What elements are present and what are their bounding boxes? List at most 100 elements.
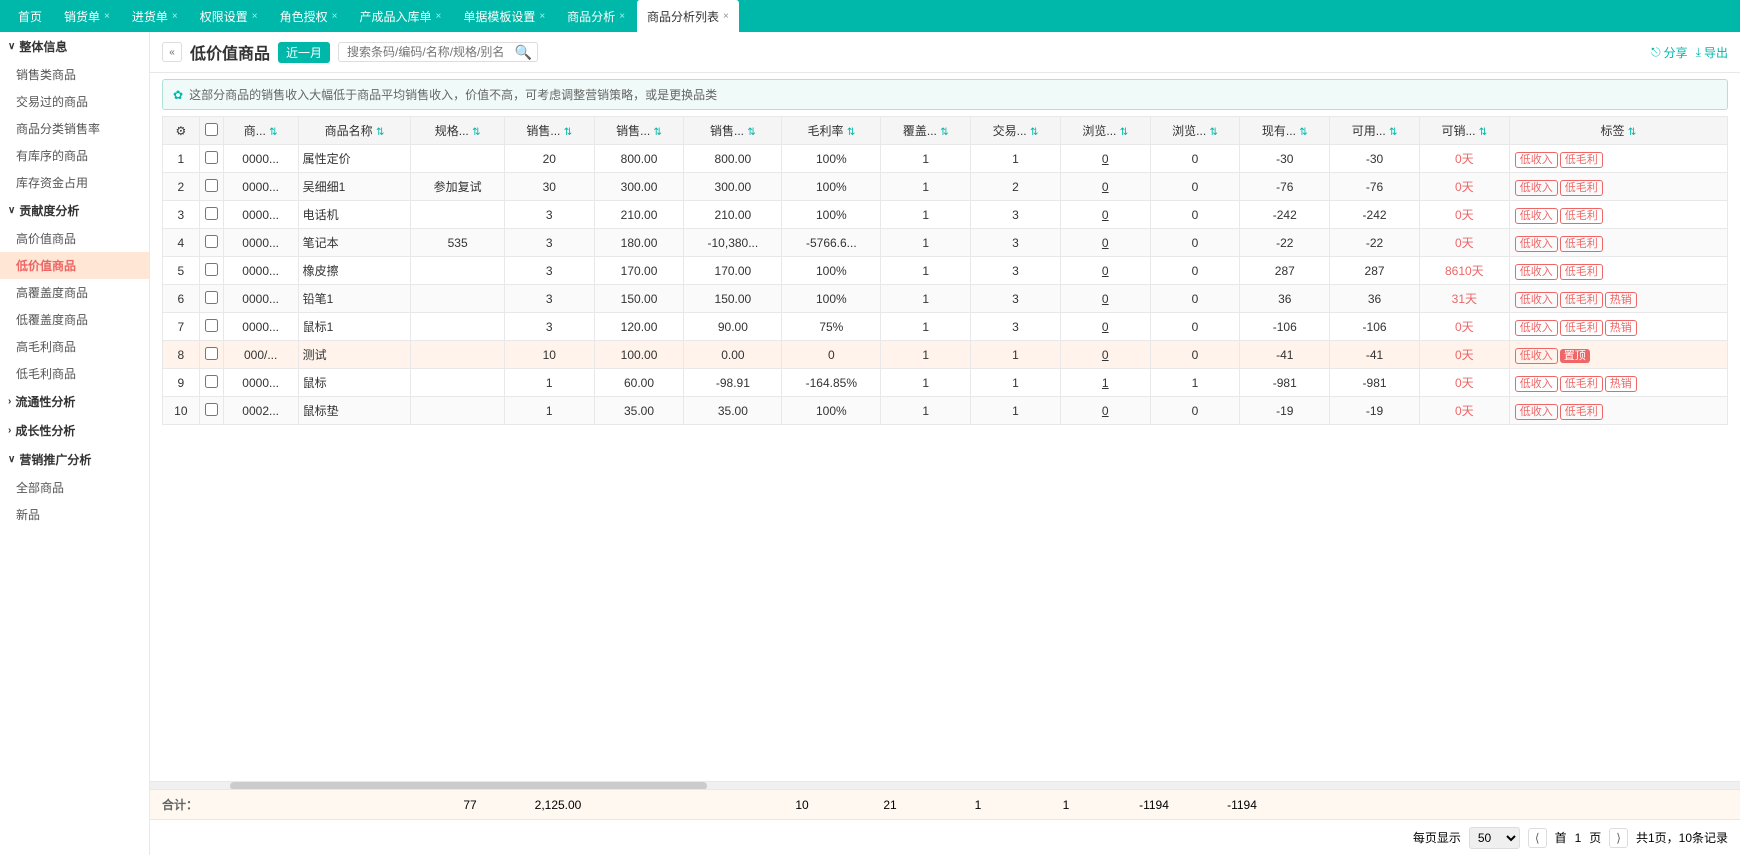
- sidebar-item-sales-goods[interactable]: 销售类商品: [0, 61, 149, 88]
- row-sales-avg: 170.00: [684, 257, 782, 285]
- row-checkbox-cell: [199, 145, 223, 173]
- nav-sales-order[interactable]: 销货单 ×: [54, 0, 120, 32]
- nav-product-inbound[interactable]: 产成品入库单 ×: [349, 0, 451, 32]
- nav-template[interactable]: 单据模板设置 ×: [453, 0, 555, 32]
- col-spec[interactable]: 规格... ⇅: [411, 117, 505, 145]
- share-btn[interactable]: ⎋ 分享: [1651, 44, 1688, 61]
- row-checkbox[interactable]: [205, 207, 218, 220]
- row-saleable-days: 0天: [1419, 341, 1509, 369]
- row-checkbox[interactable]: [205, 151, 218, 164]
- next-page-btn[interactable]: ⟩: [1609, 828, 1628, 848]
- close-icon[interactable]: ×: [252, 11, 258, 22]
- browse1-link[interactable]: 0: [1102, 152, 1109, 166]
- col-coverage[interactable]: 覆盖... ⇅: [881, 117, 971, 145]
- browse1-link[interactable]: 0: [1102, 208, 1109, 222]
- sidebar-item-high-coverage[interactable]: 高覆盖度商品: [0, 279, 149, 306]
- row-checkbox[interactable]: [205, 403, 218, 416]
- footer-current-stock: -1194: [1114, 798, 1194, 812]
- sidebar-item-traded-goods[interactable]: 交易过的商品: [0, 88, 149, 115]
- filter-recent-month-btn[interactable]: 近一月: [278, 42, 330, 63]
- scroll-indicator: [150, 781, 1740, 789]
- sidebar-group-overview[interactable]: ∨ 整体信息: [0, 32, 149, 61]
- sidebar-group-contribution[interactable]: ∨ 贡献度分析: [0, 196, 149, 225]
- close-icon[interactable]: ×: [104, 11, 110, 22]
- nav-purchase[interactable]: 进货单 ×: [122, 0, 188, 32]
- table-wrap[interactable]: ⚙ 商... ⇅ 商品名称 ⇅ 规格... ⇅ 销售... ⇅ 销售... ⇅ …: [150, 116, 1740, 781]
- select-all-checkbox[interactable]: [205, 123, 218, 136]
- row-checkbox[interactable]: [205, 347, 218, 360]
- footer-sales-amt: 2,125.00: [518, 798, 598, 812]
- browse1-link[interactable]: 0: [1102, 320, 1109, 334]
- row-checkbox[interactable]: [205, 319, 218, 332]
- sidebar-group-marketing[interactable]: ∨ 营销推广分析: [0, 445, 149, 474]
- nav-home[interactable]: 首页: [8, 0, 52, 32]
- sidebar-item-inventory-fund[interactable]: 库存资金占用: [0, 169, 149, 196]
- page-indicator-label: 首: [1555, 829, 1567, 846]
- close-icon[interactable]: ×: [619, 11, 625, 22]
- row-profit-rate: 0: [782, 341, 881, 369]
- sidebar-item-low-value[interactable]: 低价值商品: [0, 252, 149, 279]
- sidebar-item-stocked-goods[interactable]: 有库序的商品: [0, 142, 149, 169]
- row-name: 电话机: [298, 201, 411, 229]
- close-icon[interactable]: ×: [723, 11, 729, 22]
- sidebar-item-high-value[interactable]: 高价值商品: [0, 225, 149, 252]
- nav-role-auth[interactable]: 角色授权 ×: [270, 0, 348, 32]
- browse1-link[interactable]: 0: [1102, 236, 1109, 250]
- col-sales-amt[interactable]: 销售... ⇅: [594, 117, 684, 145]
- per-page-select[interactable]: 50 100: [1469, 827, 1520, 849]
- col-code[interactable]: 商... ⇅: [223, 117, 298, 145]
- nav-product-analysis-list[interactable]: 商品分析列表 ×: [637, 0, 739, 32]
- sidebar-item-new-goods[interactable]: 新品: [0, 501, 149, 528]
- col-current-stock[interactable]: 现有... ⇅: [1240, 117, 1330, 145]
- row-checkbox[interactable]: [205, 375, 218, 388]
- browse1-link[interactable]: 1: [1102, 376, 1109, 390]
- row-current-stock: -30: [1240, 145, 1330, 173]
- col-browse2[interactable]: 浏览... ⇅: [1150, 117, 1240, 145]
- row-checkbox[interactable]: [205, 263, 218, 276]
- close-icon[interactable]: ×: [435, 11, 441, 22]
- table-row: 10000...属性定价20800.00800.00100%1100-30-30…: [163, 145, 1728, 173]
- col-name[interactable]: 商品名称 ⇅: [298, 117, 411, 145]
- col-browse1[interactable]: 浏览... ⇅: [1060, 117, 1150, 145]
- col-checkbox[interactable]: [199, 117, 223, 145]
- current-page-num: 1: [1575, 831, 1582, 845]
- first-page-btn[interactable]: ⟨: [1528, 828, 1547, 848]
- sidebar-item-high-profit[interactable]: 高毛利商品: [0, 333, 149, 360]
- close-icon[interactable]: ×: [539, 11, 545, 22]
- nav-product-analysis[interactable]: 商品分析 ×: [557, 0, 635, 32]
- col-tags[interactable]: 标签 ⇅: [1509, 117, 1727, 145]
- sidebar-item-low-coverage[interactable]: 低覆盖度商品: [0, 306, 149, 333]
- close-icon[interactable]: ×: [332, 11, 338, 22]
- sidebar-item-all-goods[interactable]: 全部商品: [0, 474, 149, 501]
- search-icon[interactable]: 🔍: [515, 44, 532, 61]
- browse1-link[interactable]: 0: [1102, 180, 1109, 194]
- col-profit-rate[interactable]: 毛利率 ⇅: [782, 117, 881, 145]
- tag-badge: 低收入: [1515, 208, 1558, 224]
- browse1-link[interactable]: 0: [1102, 264, 1109, 278]
- browse1-link[interactable]: 0: [1102, 404, 1109, 418]
- nav-permission[interactable]: 权限设置 ×: [190, 0, 268, 32]
- row-checkbox[interactable]: [205, 179, 218, 192]
- sidebar-group-circulation[interactable]: › 流通性分析: [0, 387, 149, 416]
- col-settings[interactable]: ⚙: [163, 117, 200, 145]
- sidebar-item-category-sales-rate[interactable]: 商品分类销售率: [0, 115, 149, 142]
- col-sales-avg[interactable]: 销售... ⇅: [684, 117, 782, 145]
- col-available[interactable]: 可用... ⇅: [1330, 117, 1420, 145]
- browse1-link[interactable]: 0: [1102, 348, 1109, 362]
- row-checkbox[interactable]: [205, 291, 218, 304]
- col-trade[interactable]: 交易... ⇅: [971, 117, 1061, 145]
- close-icon[interactable]: ×: [172, 11, 178, 22]
- collapse-sidebar-btn[interactable]: «: [162, 42, 182, 62]
- browse1-link[interactable]: 0: [1102, 292, 1109, 306]
- search-input[interactable]: [338, 42, 538, 62]
- tag-badge: 低毛利: [1560, 376, 1603, 392]
- tag-badge: 低毛利: [1560, 292, 1603, 308]
- row-checkbox[interactable]: [205, 235, 218, 248]
- col-sales-qty[interactable]: 销售... ⇅: [504, 117, 594, 145]
- col-saleable[interactable]: 可销... ⇅: [1419, 117, 1509, 145]
- table-row: 40000...笔记本5353180.00-10,380...-5766.6..…: [163, 229, 1728, 257]
- row-checkbox-cell: [199, 369, 223, 397]
- sidebar-item-low-profit[interactable]: 低毛利商品: [0, 360, 149, 387]
- sidebar-group-growth[interactable]: › 成长性分析: [0, 416, 149, 445]
- export-btn[interactable]: ⤓ 导出: [1696, 44, 1728, 61]
